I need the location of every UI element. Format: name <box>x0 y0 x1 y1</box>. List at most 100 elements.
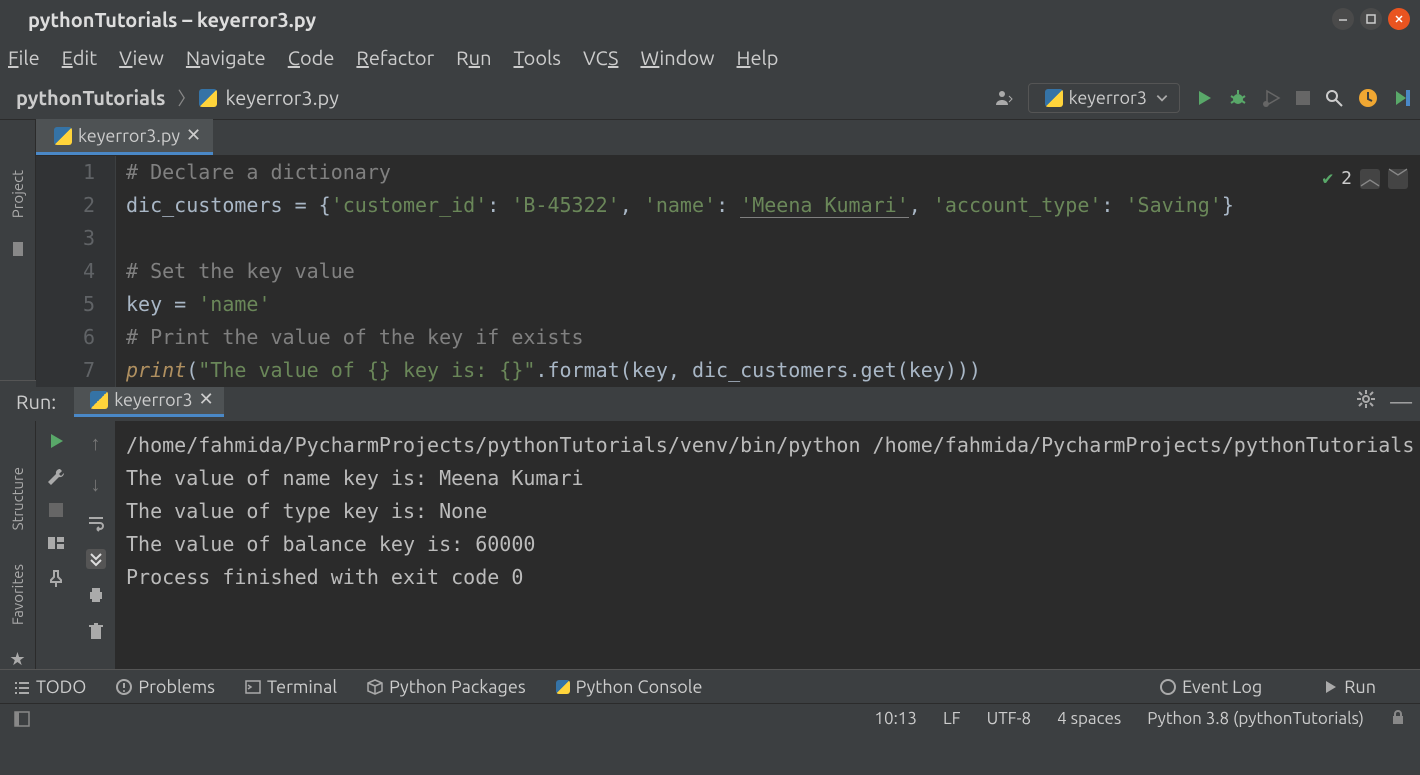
run-config-name: keyerror3 <box>1069 88 1147 108</box>
close-tab-icon[interactable]: ✕ <box>186 125 201 146</box>
left-tool-column: Project <box>0 120 36 380</box>
user-popup-icon[interactable] <box>994 88 1014 108</box>
run-output-line: Process finished with exit code 0 <box>126 561 1410 594</box>
python-file-icon <box>54 127 72 145</box>
hide-panel-icon[interactable]: — <box>1390 389 1412 414</box>
minimize-button[interactable] <box>1332 8 1354 30</box>
close-button[interactable] <box>1388 8 1410 30</box>
run-output-line: The value of name key is: Meena Kumari <box>126 462 1410 495</box>
menu-window[interactable]: Window <box>640 46 714 69</box>
menu-help[interactable]: Help <box>737 46 779 69</box>
run-config-dropdown[interactable]: keyerror3 <box>1028 83 1180 113</box>
run-tool-column-1 <box>36 421 76 669</box>
favorites-toolwindow-tab[interactable]: Favorites <box>9 564 26 625</box>
status-bar: 10:13 LF UTF-8 4 spaces Python 3.8 (pyth… <box>0 703 1420 733</box>
layout-icon[interactable] <box>46 533 66 553</box>
code-content[interactable]: # Declare a dictionary dic_customers = {… <box>116 156 1420 387</box>
ide-settings-icon[interactable] <box>1392 88 1412 108</box>
line-gutter: 1234567 <box>36 156 116 387</box>
run-toolwindow-button[interactable]: Run <box>1322 677 1376 697</box>
line-ending[interactable]: LF <box>943 709 961 728</box>
structure-toolwindow-tab[interactable]: Structure <box>9 467 26 530</box>
coverage-icon[interactable] <box>1262 88 1282 108</box>
run-output-line: /home/fahmida/PycharmProjects/pythonTuto… <box>126 429 1410 462</box>
code-editor[interactable]: 1234567 # Declare a dictionary dic_custo… <box>36 156 1420 387</box>
lock-icon[interactable] <box>1390 709 1406 725</box>
bookmarks-icon[interactable] <box>9 240 27 258</box>
editor-tab-label: keyerror3.py <box>78 126 180 146</box>
event-log-toolwindow[interactable]: Event Log <box>1160 677 1262 697</box>
print-icon[interactable] <box>86 585 106 605</box>
stop-icon[interactable] <box>1296 91 1310 105</box>
bottom-toolbar: TODO Problems Terminal Python Packages P… <box>0 669 1420 703</box>
gear-icon[interactable] <box>1356 389 1376 409</box>
down-arrow-icon[interactable]: ↓ <box>91 472 101 497</box>
run-output-line: The value of type key is: None <box>126 495 1410 528</box>
menu-refactor[interactable]: Refactor <box>356 46 434 69</box>
file-encoding[interactable]: UTF-8 <box>987 709 1032 728</box>
inspection-count: 2 <box>1341 162 1352 195</box>
rerun-icon[interactable] <box>46 431 66 451</box>
run-tool-column-2: ↑ ↓ <box>76 421 116 669</box>
run-panel: Run: keyerror3 ✕ — Structure Favorites ★… <box>0 380 1420 669</box>
stop-run-icon[interactable] <box>49 503 63 517</box>
up-arrow-icon[interactable]: ↑ <box>91 431 101 456</box>
update-icon[interactable] <box>1358 88 1378 108</box>
menu-vcs[interactable]: VCS <box>583 46 618 69</box>
prev-highlight-icon[interactable]: ︿ <box>1360 169 1380 189</box>
close-run-tab-icon[interactable]: ✕ <box>199 389 214 410</box>
python-icon <box>1045 89 1063 107</box>
menu-navigate[interactable]: Navigate <box>186 46 266 69</box>
chevron-down-icon <box>1155 91 1169 105</box>
menu-code[interactable]: Code <box>288 46 335 69</box>
run-panel-header: Run: keyerror3 ✕ — <box>0 381 1420 421</box>
python-file-icon <box>199 89 217 107</box>
interpreter[interactable]: Python 3.8 (pythonTutorials) <box>1147 709 1364 728</box>
menu-run[interactable]: Run <box>456 46 491 69</box>
python-icon <box>90 391 108 409</box>
pin-icon[interactable] <box>46 569 66 589</box>
trash-icon[interactable] <box>86 621 106 641</box>
indent-setting[interactable]: 4 spaces <box>1057 709 1121 728</box>
run-output-line: The value of balance key is: 60000 <box>126 528 1410 561</box>
problems-toolwindow[interactable]: Problems <box>116 677 215 697</box>
python-packages-toolwindow[interactable]: Python Packages <box>367 677 526 697</box>
run-tab-label: keyerror3 <box>114 390 192 410</box>
menu-file[interactable]: File <box>8 46 40 69</box>
debug-icon[interactable] <box>1228 88 1248 108</box>
wrench-icon[interactable] <box>46 467 66 487</box>
status-toggle-icon[interactable] <box>14 711 30 727</box>
maximize-button[interactable] <box>1360 8 1382 30</box>
editor-tab[interactable]: keyerror3.py ✕ <box>36 119 213 155</box>
window-title: pythonTutorials – keyerror3.py <box>8 8 316 31</box>
next-highlight-icon[interactable]: ﹀ <box>1388 169 1408 189</box>
navigation-toolbar: pythonTutorials 〉 keyerror3.py keyerror3 <box>0 76 1420 120</box>
run-tab[interactable]: keyerror3 ✕ <box>74 385 224 417</box>
star-icon[interactable]: ★ <box>9 649 25 670</box>
run-output[interactable]: /home/fahmida/PycharmProjects/pythonTuto… <box>116 421 1420 669</box>
run-icon[interactable] <box>1194 88 1214 108</box>
editor-area: Project keyerror3.py ✕ 1234567 # Declare… <box>0 120 1420 380</box>
breadcrumb-project[interactable]: pythonTutorials <box>8 82 173 113</box>
breadcrumb: pythonTutorials 〉 keyerror3.py <box>8 82 347 113</box>
menu-edit[interactable]: Edit <box>62 46 97 69</box>
editor-tab-strip: keyerror3.py ✕ <box>36 120 1420 156</box>
menu-bar: File Edit View Navigate Code Refactor Ru… <box>0 38 1420 76</box>
terminal-toolwindow[interactable]: Terminal <box>245 677 337 697</box>
title-bar: pythonTutorials – keyerror3.py <box>0 0 1420 38</box>
soft-wrap-icon[interactable] <box>86 513 106 533</box>
caret-position[interactable]: 10:13 <box>874 709 917 728</box>
search-icon[interactable] <box>1324 88 1344 108</box>
run-label: Run: <box>16 390 56 413</box>
inspection-indicators: ✔ 2 ︿ ﹀ <box>1322 162 1408 195</box>
menu-tools[interactable]: Tools <box>513 46 561 69</box>
python-console-toolwindow[interactable]: Python Console <box>556 677 703 697</box>
todo-toolwindow[interactable]: TODO <box>14 677 86 697</box>
scroll-to-end-icon[interactable] <box>86 549 106 569</box>
breadcrumb-file[interactable]: keyerror3.py <box>217 82 346 113</box>
inspection-ok-icon[interactable]: ✔ <box>1322 162 1333 195</box>
chevron-right-icon: 〉 <box>177 85 195 111</box>
left-tool-column-2: Structure Favorites ★ <box>0 421 36 669</box>
menu-view[interactable]: View <box>119 46 164 69</box>
project-toolwindow-tab[interactable]: Project <box>9 170 26 218</box>
